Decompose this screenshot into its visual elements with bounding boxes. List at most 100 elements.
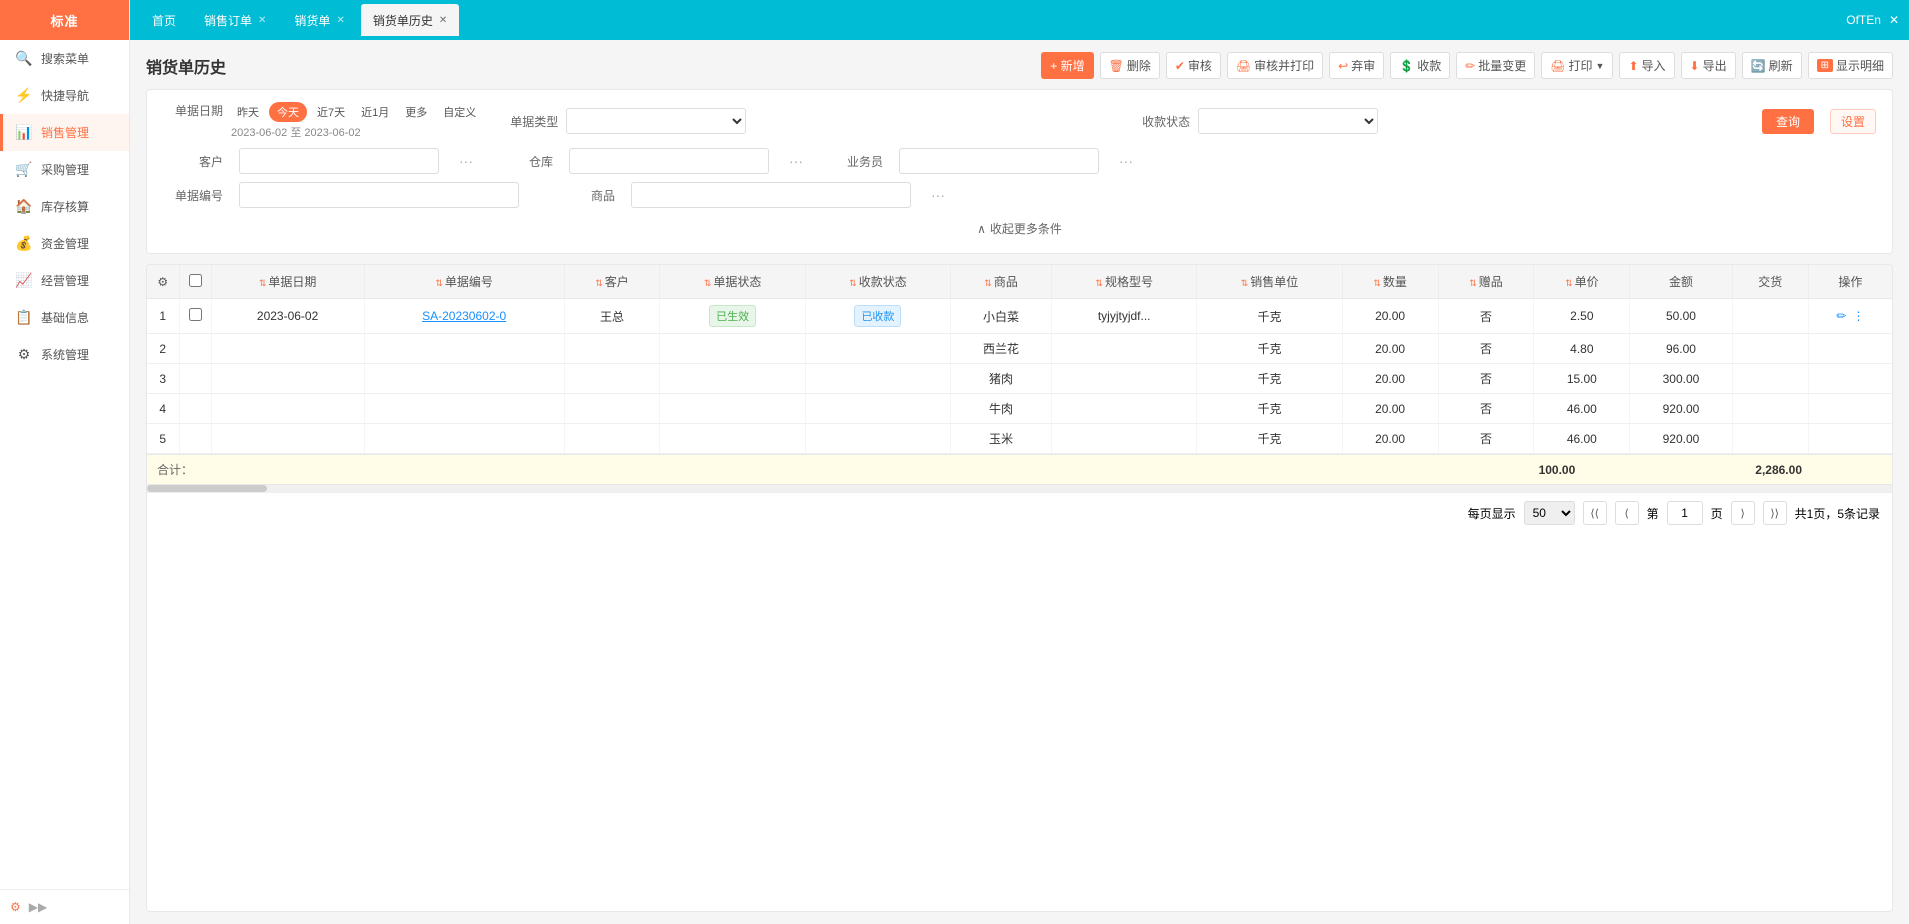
delete-button[interactable]: 🗑 删除 — [1100, 52, 1160, 79]
col-checkbox[interactable] — [179, 265, 211, 299]
page-size-select[interactable]: 50 20 100 — [1524, 501, 1575, 525]
date-tab-more[interactable]: 更多 — [399, 102, 433, 122]
prev-page-btn[interactable]: ⟨ — [1615, 501, 1639, 525]
sidebar-bottom-icon2[interactable]: ▶▶ — [29, 900, 47, 914]
date-tab-custom[interactable]: 自定义 — [437, 102, 482, 122]
doc-type-select[interactable] — [566, 108, 746, 134]
query-button[interactable]: 查询 — [1762, 109, 1814, 134]
abandon-button[interactable]: ↩ 弃审 — [1329, 52, 1384, 79]
cell-action[interactable] — [1808, 334, 1892, 364]
col-unit[interactable]: ⇅销售单位 — [1197, 265, 1342, 299]
sidebar-item-search-menu[interactable]: 🔍 搜索菜单 — [0, 40, 129, 77]
sidebar-item-finance-mgmt[interactable]: 💰 资金管理 — [0, 225, 129, 262]
goods-input[interactable] — [631, 182, 911, 208]
audit-print-button[interactable]: 🖨 审核并打印 — [1227, 52, 1323, 79]
sidebar-item-system-mgmt[interactable]: ⚙ 系统管理 — [0, 336, 129, 373]
purchase-mgmt-icon: 🛒 — [15, 161, 33, 178]
tab-home[interactable]: 首页 — [140, 4, 188, 36]
col-date[interactable]: ⇅单据日期 — [211, 265, 364, 299]
tab-close-sales-order[interactable]: ✕ — [258, 15, 266, 26]
date-tab-yesterday[interactable]: 昨天 — [231, 102, 265, 122]
sidebar-item-quick-nav[interactable]: ⚡ 快捷导航 — [0, 77, 129, 114]
scrollbar-thumb[interactable] — [147, 485, 267, 492]
last-page-btn[interactable]: ⟩⟩ — [1763, 501, 1787, 525]
col-amount[interactable]: 金额 — [1630, 265, 1732, 299]
tab-close-sales-history[interactable]: ✕ — [439, 15, 447, 26]
cell-unit: 千克 — [1197, 364, 1342, 394]
select-all-checkbox[interactable] — [189, 274, 202, 287]
filter-row-1: 单据日期 昨天 今天 近7天 近1月 更多 自定义 2023-06-02 至 2… — [163, 102, 1876, 140]
sidebar-item-sales-mgmt[interactable]: 📊 销售管理 — [0, 114, 129, 151]
date-tab-1month[interactable]: 近1月 — [355, 102, 395, 122]
sidebar-item-operations-mgmt[interactable]: 📈 经营管理 — [0, 262, 129, 299]
goods-ellipsis-btn[interactable]: ··· — [927, 187, 949, 203]
cell-doc-no[interactable]: SA-20230602-0 — [364, 299, 564, 334]
new-button[interactable]: + 新增 — [1041, 52, 1093, 79]
collect-button[interactable]: 💲 收款 — [1390, 52, 1450, 79]
cell-checkbox[interactable] — [179, 299, 211, 334]
topnav-close-icon[interactable]: ✕ — [1889, 13, 1899, 27]
cell-action[interactable]: ✏⋮ — [1808, 299, 1892, 334]
cell-action[interactable] — [1808, 424, 1892, 454]
sidebar-item-basic-info[interactable]: 📋 基础信息 — [0, 299, 129, 336]
warehouse-ellipsis-btn[interactable]: ··· — [785, 153, 807, 169]
next-page-btn[interactable]: ⟩ — [1731, 501, 1755, 525]
col-spec[interactable]: ⇅规格型号 — [1052, 265, 1197, 299]
collect-status-select[interactable] — [1198, 108, 1378, 134]
col-collect-status[interactable]: ⇅收款状态 — [805, 265, 950, 299]
cell-doc-no[interactable] — [364, 364, 564, 394]
cell-doc-no[interactable] — [364, 334, 564, 364]
col-gift[interactable]: ⇅赠品 — [1438, 265, 1534, 299]
salesman-ellipsis-btn[interactable]: ··· — [1115, 153, 1137, 169]
refresh-button[interactable]: 🔄 刷新 — [1742, 52, 1802, 79]
customer-label: 客户 — [163, 153, 223, 170]
cell-num: 1 — [147, 299, 179, 334]
horizontal-scrollbar[interactable] — [147, 484, 1892, 492]
tab-sales-order[interactable]: 销售订单 ✕ — [192, 4, 278, 36]
page-number-input[interactable] — [1667, 501, 1703, 525]
col-delivery[interactable]: 交货 — [1732, 265, 1808, 299]
col-settings[interactable]: ⚙ — [147, 265, 179, 299]
audit-button[interactable]: ✔ 审核 — [1166, 52, 1221, 79]
col-customer[interactable]: ⇅客户 — [564, 265, 660, 299]
row-checkbox[interactable] — [189, 308, 202, 321]
cell-checkbox[interactable] — [179, 364, 211, 394]
date-label: 单据日期 — [163, 102, 223, 119]
doc-no-input[interactable] — [239, 182, 519, 208]
cell-checkbox[interactable] — [179, 394, 211, 424]
sidebar-item-inventory-calc[interactable]: 🏠 库存核算 — [0, 188, 129, 225]
cell-checkbox[interactable] — [179, 424, 211, 454]
cell-doc-no[interactable] — [364, 424, 564, 454]
settings-button[interactable]: 设置 — [1830, 109, 1876, 134]
salesman-input[interactable] — [899, 148, 1099, 174]
date-tab-today[interactable]: 今天 — [269, 102, 307, 122]
col-qty[interactable]: ⇅数量 — [1342, 265, 1438, 299]
filter-collapse-btn[interactable]: ∧ 收起更多条件 — [163, 216, 1876, 241]
customer-ellipsis-btn[interactable]: ··· — [455, 153, 477, 169]
cell-action[interactable] — [1808, 364, 1892, 394]
sidebar-item-purchase-mgmt[interactable]: 🛒 采购管理 — [0, 151, 129, 188]
sidebar-bottom-icon1[interactable]: ⚙ — [10, 900, 21, 914]
tab-sales-history[interactable]: 销货单历史 ✕ — [361, 4, 459, 36]
col-price[interactable]: ⇅单价 — [1534, 265, 1630, 299]
cell-doc-status — [660, 394, 805, 424]
customer-input[interactable] — [239, 148, 439, 174]
import-button[interactable]: ⬆ 导入 — [1619, 52, 1674, 79]
col-doc-no[interactable]: ⇅单据编号 — [364, 265, 564, 299]
print-button[interactable]: 🖨 打印 ▼ — [1541, 52, 1613, 79]
page-label: 第 — [1647, 505, 1659, 522]
batch-change-button[interactable]: ✏ 批量变更 — [1456, 52, 1535, 79]
cell-checkbox[interactable] — [179, 334, 211, 364]
col-goods[interactable]: ⇅商品 — [951, 265, 1052, 299]
col-doc-status[interactable]: ⇅单据状态 — [660, 265, 805, 299]
cell-action[interactable] — [1808, 394, 1892, 424]
first-page-btn[interactable]: ⟨⟨ — [1583, 501, 1607, 525]
date-tab-7days[interactable]: 近7天 — [311, 102, 351, 122]
tab-close-sales-goods[interactable]: ✕ — [336, 15, 344, 26]
display-details-button[interactable]: ⊞ 显示明细 — [1808, 52, 1893, 79]
export-button[interactable]: ⬇ 导出 — [1681, 52, 1736, 79]
table-container: ⚙ ⇅单据日期 ⇅单据编号 ⇅客户 ⇅单据状态 ⇅收款状态 ⇅商品 ⇅规格型号 … — [146, 264, 1893, 912]
tab-sales-goods[interactable]: 销货单 ✕ — [282, 4, 356, 36]
warehouse-input[interactable] — [569, 148, 769, 174]
cell-doc-no[interactable] — [364, 394, 564, 424]
